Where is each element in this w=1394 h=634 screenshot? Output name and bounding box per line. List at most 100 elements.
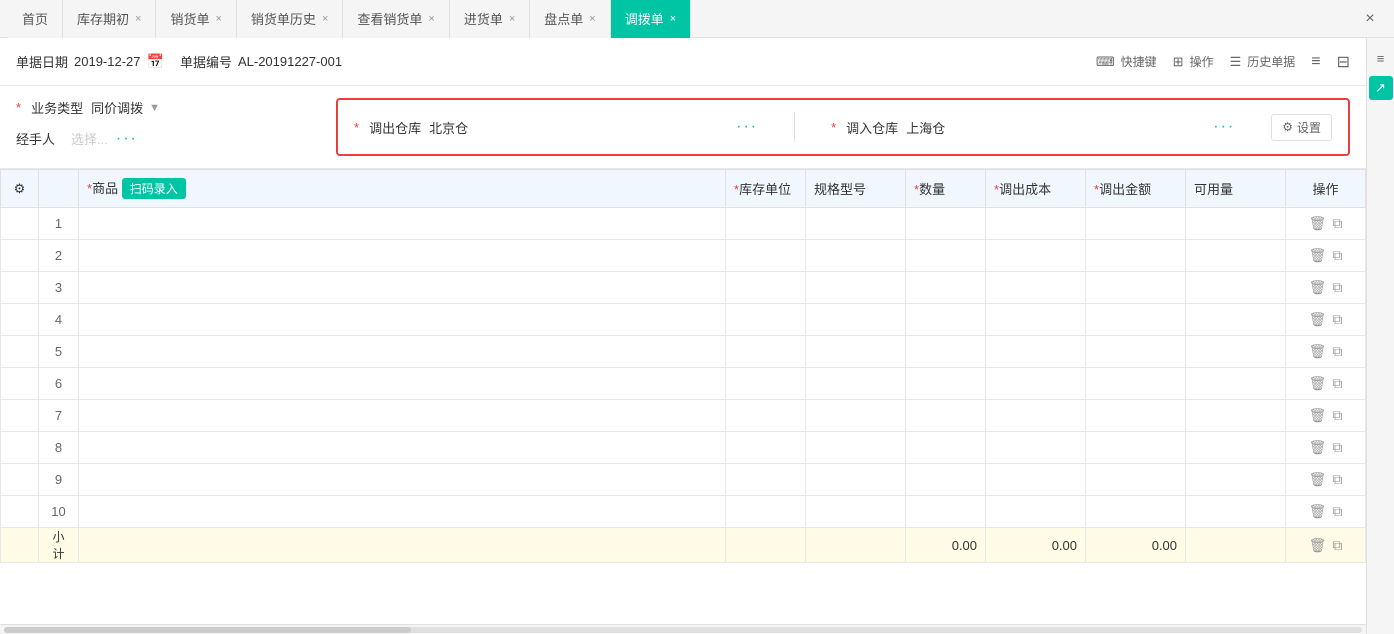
row-delete-icon[interactable]: 🗑 — [1309, 439, 1327, 456]
row-unit-cell[interactable] — [726, 368, 806, 400]
row-spec-cell[interactable] — [806, 336, 906, 368]
row-qty-cell[interactable] — [906, 336, 986, 368]
row-delete-icon[interactable]: 🗑 — [1309, 247, 1327, 264]
tab-transfer[interactable]: 调拨单 × — [611, 0, 691, 38]
row-cost-cell[interactable] — [986, 464, 1086, 496]
row-cost-cell[interactable] — [986, 400, 1086, 432]
row-product-cell[interactable] — [79, 432, 726, 464]
row-spec-cell[interactable] — [806, 464, 906, 496]
table-settings-gear-icon[interactable]: ⚙ — [14, 181, 26, 196]
tab-purchase-order[interactable]: 进货单 × — [450, 0, 530, 38]
row-product-cell[interactable] — [79, 368, 726, 400]
row-spec-cell[interactable] — [806, 272, 906, 304]
calendar-icon[interactable]: 📅 — [147, 53, 164, 70]
history-button[interactable]: ☰ 历史单据 — [1230, 53, 1296, 70]
row-spec-cell[interactable] — [806, 400, 906, 432]
quick-keys-button[interactable]: ⌨ 快捷键 — [1096, 53, 1157, 70]
row-delete-icon[interactable]: 🗑 — [1309, 215, 1327, 232]
col-header-gear[interactable]: ⚙ — [1, 170, 39, 208]
row-cost-cell[interactable] — [986, 208, 1086, 240]
row-copy-icon[interactable]: ⧉ — [1332, 503, 1342, 520]
list-view-button[interactable]: ≡ — [1311, 53, 1320, 71]
horizontal-scrollbar[interactable] — [0, 624, 1366, 634]
row-spec-cell[interactable] — [806, 432, 906, 464]
row-qty-cell[interactable] — [906, 304, 986, 336]
row-qty-cell[interactable] — [906, 464, 986, 496]
tab-close-stocktake[interactable]: × — [589, 13, 595, 25]
settings-button[interactable]: ⚙ 设置 — [1271, 114, 1332, 141]
tab-view-sales[interactable]: 查看销货单 × — [343, 0, 449, 38]
row-spec-cell[interactable] — [806, 496, 906, 528]
row-spec-cell[interactable] — [806, 304, 906, 336]
row-qty-cell[interactable] — [906, 272, 986, 304]
row-delete-icon[interactable]: 🗑 — [1309, 503, 1327, 520]
row-cost-cell[interactable] — [986, 304, 1086, 336]
row-product-cell[interactable] — [79, 272, 726, 304]
tab-stocktake[interactable]: 盘点单 × — [530, 0, 610, 38]
row-copy-icon[interactable]: ⧉ — [1332, 311, 1342, 328]
row-amount-cell[interactable] — [1086, 336, 1186, 368]
row-delete-icon[interactable]: 🗑 — [1309, 279, 1327, 296]
row-amount-cell[interactable] — [1086, 432, 1186, 464]
row-cost-cell[interactable] — [986, 272, 1086, 304]
agent-placeholder[interactable]: 选择... — [71, 129, 108, 148]
row-copy-icon[interactable]: ⧉ — [1332, 247, 1342, 264]
row-copy-icon[interactable]: ⧉ — [1332, 471, 1342, 488]
scan-entry-button[interactable]: 扫码录入 — [122, 178, 186, 199]
window-close-button[interactable]: × — [1354, 0, 1386, 38]
tab-close-sales-order[interactable]: × — [215, 13, 221, 25]
sidebar-list-button[interactable]: ≡ — [1369, 46, 1393, 70]
row-copy-icon[interactable]: ⧉ — [1332, 215, 1342, 232]
row-qty-cell[interactable] — [906, 496, 986, 528]
row-delete-icon[interactable]: 🗑 — [1309, 343, 1327, 360]
row-unit-cell[interactable] — [726, 464, 806, 496]
tab-close-sales-history[interactable]: × — [322, 13, 328, 25]
row-product-cell[interactable] — [79, 496, 726, 528]
row-delete-icon[interactable]: 🗑 — [1309, 537, 1327, 554]
row-spec-cell[interactable] — [806, 368, 906, 400]
row-product-cell[interactable] — [79, 208, 726, 240]
row-delete-icon[interactable]: 🗑 — [1309, 471, 1327, 488]
tab-close-purchase-order[interactable]: × — [509, 13, 515, 25]
row-product-cell[interactable] — [79, 400, 726, 432]
tab-home[interactable]: 首页 — [8, 0, 63, 38]
row-amount-cell[interactable] — [1086, 304, 1186, 336]
row-amount-cell[interactable] — [1086, 496, 1186, 528]
row-cost-cell[interactable] — [986, 496, 1086, 528]
row-product-cell[interactable] — [79, 464, 726, 496]
tab-close-inventory-init[interactable]: × — [135, 13, 141, 25]
sidebar-export-button[interactable]: ↗ — [1369, 76, 1393, 100]
row-product-cell[interactable] — [79, 336, 726, 368]
row-qty-cell[interactable] — [906, 368, 986, 400]
row-qty-cell[interactable] — [906, 432, 986, 464]
row-amount-cell[interactable] — [1086, 368, 1186, 400]
tab-inventory-init[interactable]: 库存期初 × — [63, 0, 156, 38]
row-amount-cell[interactable] — [1086, 208, 1186, 240]
row-copy-icon[interactable]: ⧉ — [1332, 343, 1342, 360]
row-cost-cell[interactable] — [986, 432, 1086, 464]
row-cost-cell[interactable] — [986, 336, 1086, 368]
tab-sales-history[interactable]: 销货单历史 × — [237, 0, 343, 38]
transfer-in-more-icon[interactable]: ··· — [1213, 118, 1235, 136]
row-copy-icon[interactable]: ⧉ — [1332, 375, 1342, 392]
row-spec-cell[interactable] — [806, 240, 906, 272]
operations-button[interactable]: ⊞ 操作 — [1173, 53, 1214, 70]
row-amount-cell[interactable] — [1086, 272, 1186, 304]
row-copy-icon[interactable]: ⧉ — [1332, 439, 1342, 456]
row-amount-cell[interactable] — [1086, 464, 1186, 496]
row-product-cell[interactable] — [79, 240, 726, 272]
split-view-button[interactable]: ⊟ — [1337, 52, 1350, 72]
row-unit-cell[interactable] — [726, 304, 806, 336]
row-qty-cell[interactable] — [906, 400, 986, 432]
row-unit-cell[interactable] — [726, 336, 806, 368]
row-unit-cell[interactable] — [726, 240, 806, 272]
row-amount-cell[interactable] — [1086, 240, 1186, 272]
row-unit-cell[interactable] — [726, 208, 806, 240]
tab-close-transfer[interactable]: × — [670, 13, 676, 25]
row-unit-cell[interactable] — [726, 432, 806, 464]
row-delete-icon[interactable]: 🗑 — [1309, 407, 1327, 424]
tab-close-view-sales[interactable]: × — [428, 13, 434, 25]
row-copy-icon[interactable]: ⧉ — [1332, 537, 1342, 554]
row-product-cell[interactable] — [79, 304, 726, 336]
row-cost-cell[interactable] — [986, 240, 1086, 272]
